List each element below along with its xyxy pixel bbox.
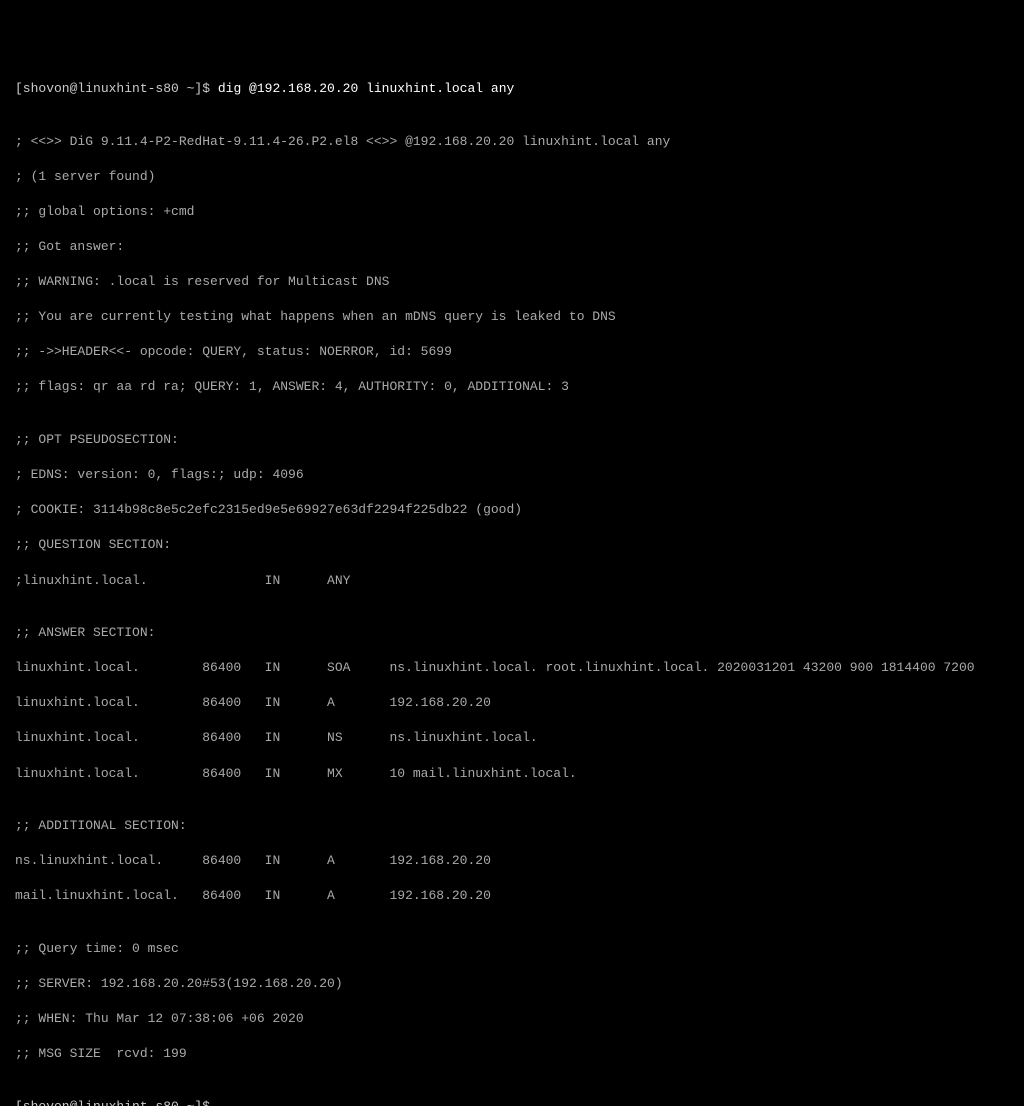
answer-section-header: ;; ANSWER SECTION: [15,624,1009,642]
dig-flags: ;; flags: qr aa rd ra; QUERY: 1, ANSWER:… [15,378,1009,396]
when-line: ;; WHEN: Thu Mar 12 07:38:06 +06 2020 [15,1010,1009,1028]
answer-record-ns: linuxhint.local. 86400 IN NS ns.linuxhin… [15,729,1009,747]
dig-global-options: ;; global options: +cmd [15,203,1009,221]
dig-banner-line: ; <<>> DiG 9.11.4-P2-RedHat-9.11.4-26.P2… [15,133,1009,151]
dig-got-answer: ;; Got answer: [15,238,1009,256]
answer-record-soa: linuxhint.local. 86400 IN SOA ns.linuxhi… [15,659,1009,677]
dig-header-opcode: ;; ->>HEADER<<- opcode: QUERY, status: N… [15,343,1009,361]
dig-warning-1: ;; WARNING: .local is reserved for Multi… [15,273,1009,291]
additional-record-mail: mail.linuxhint.local. 86400 IN A 192.168… [15,887,1009,905]
msg-size: ;; MSG SIZE rcvd: 199 [15,1045,1009,1063]
opt-pseudosection-header: ;; OPT PSEUDOSECTION: [15,431,1009,449]
answer-record-a: linuxhint.local. 86400 IN A 192.168.20.2… [15,694,1009,712]
shell-prompt: [shovon@linuxhint-s80 ~]$ [15,81,218,96]
shell-prompt: [shovon@linuxhint-s80 ~]$ [15,1099,218,1106]
additional-section-header: ;; ADDITIONAL SECTION: [15,817,1009,835]
question-line: ;linuxhint.local. IN ANY [15,572,1009,590]
dig-warning-2: ;; You are currently testing what happen… [15,308,1009,326]
answer-record-mx: linuxhint.local. 86400 IN MX 10 mail.lin… [15,765,1009,783]
question-section-header: ;; QUESTION SECTION: [15,536,1009,554]
additional-record-ns: ns.linuxhint.local. 86400 IN A 192.168.2… [15,852,1009,870]
cookie-line: ; COOKIE: 3114b98c8e5c2efc2315ed9e5e6992… [15,501,1009,519]
server-line: ;; SERVER: 192.168.20.20#53(192.168.20.2… [15,975,1009,993]
dig-server-found: ; (1 server found) [15,168,1009,186]
query-time: ;; Query time: 0 msec [15,940,1009,958]
terminal-line-prompt-1: [shovon@linuxhint-s80 ~]$ dig @192.168.2… [15,80,1009,98]
terminal-line-prompt-2[interactable]: [shovon@linuxhint-s80 ~]$ [15,1098,1009,1106]
edns-line: ; EDNS: version: 0, flags:; udp: 4096 [15,466,1009,484]
shell-command: dig @192.168.20.20 linuxhint.local any [218,81,514,96]
